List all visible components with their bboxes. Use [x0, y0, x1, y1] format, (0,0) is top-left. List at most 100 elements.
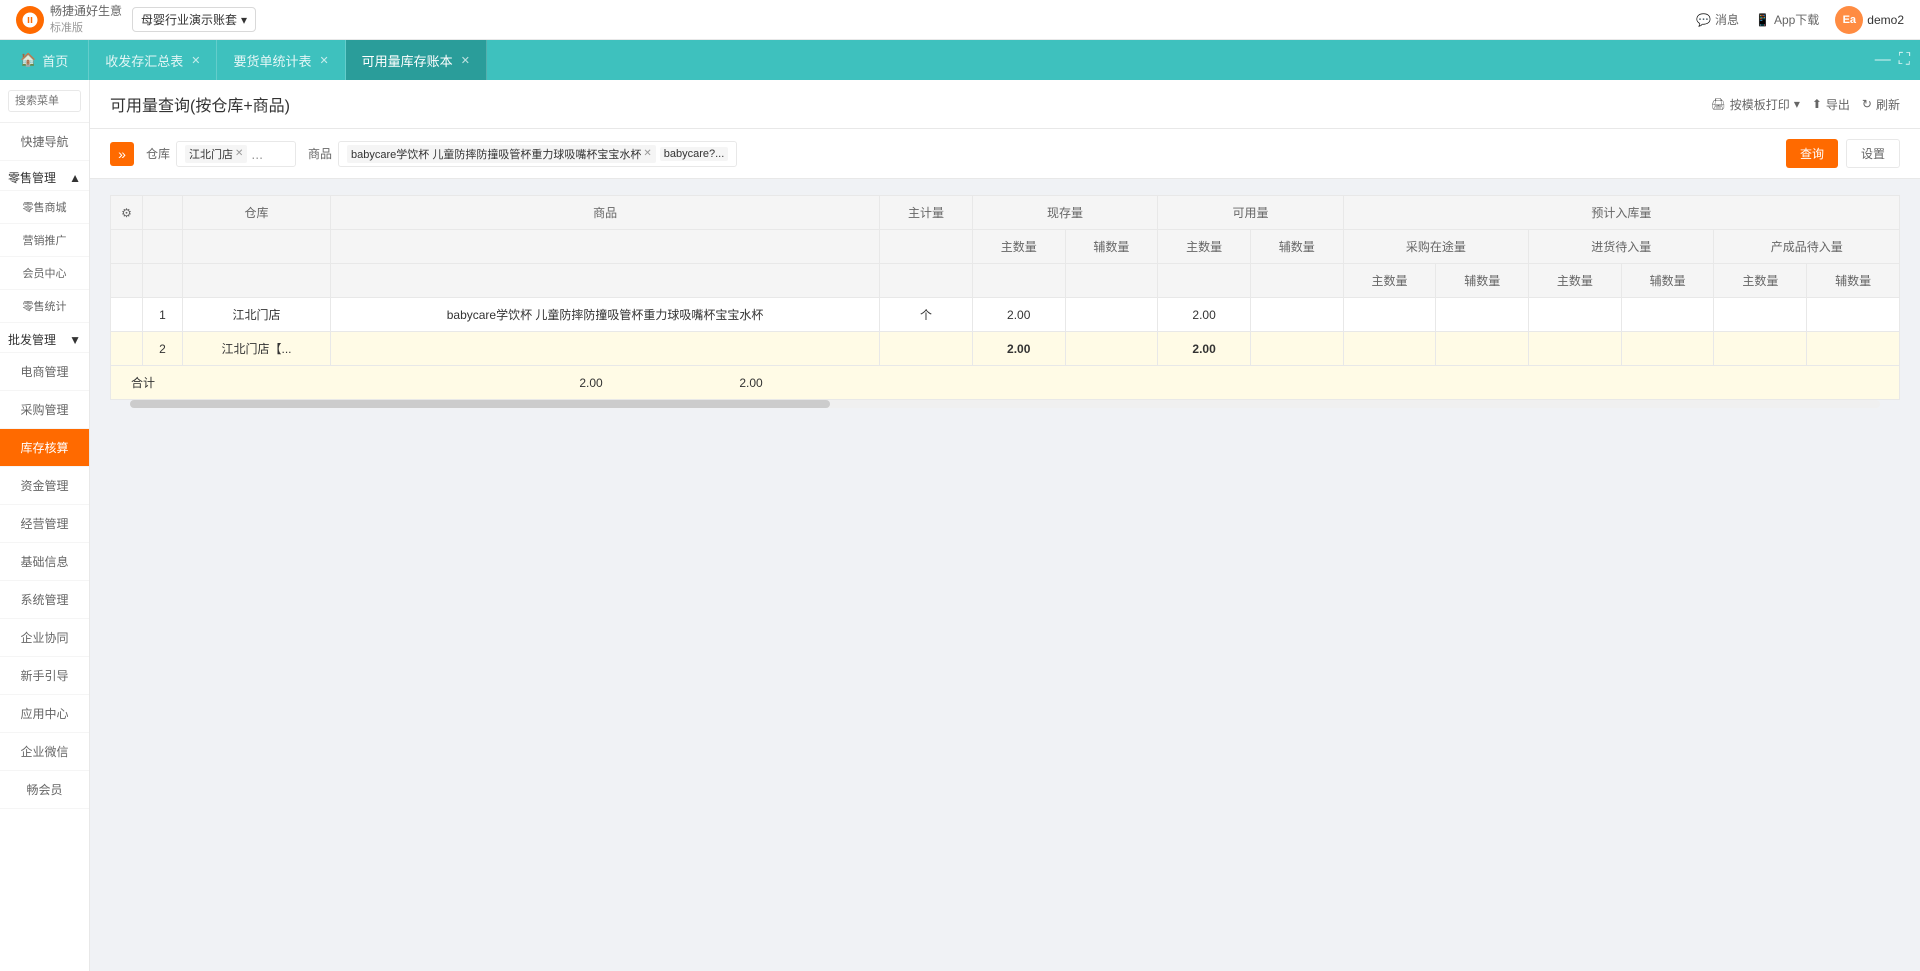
th-gear[interactable]: ⚙ [111, 196, 143, 230]
refresh-icon: ↻ [1862, 97, 1872, 111]
sidebar-system-label: 系统管理 [20, 593, 68, 607]
print-label: 按模板打印 [1730, 96, 1790, 113]
sidebar-item-basic-info[interactable]: 基础信息 [0, 543, 89, 581]
sidebar-item-new-guide[interactable]: 新手引导 [0, 657, 89, 695]
refresh-action[interactable]: ↻ 刷新 [1862, 96, 1900, 113]
sidebar-item-app-center[interactable]: 应用中心 [0, 695, 89, 733]
tab-bar-actions: — ⛶ [1865, 40, 1920, 80]
sidebar-item-ops-mgmt[interactable]: 经营管理 [0, 505, 89, 543]
app-download-action[interactable]: 📱 App下载 [1755, 11, 1819, 28]
warehouse-filter-tag: 江北门店 ✕ [185, 145, 247, 163]
sidebar-item-retail-stats[interactable]: 零售统计 [0, 290, 89, 323]
sidebar-item-vip-member[interactable]: 畅会员 [0, 771, 89, 809]
tab-available-ledger[interactable]: 可用量库存账本 ✕ [346, 40, 487, 80]
tenant-select[interactable]: 母婴行业演示账套 ▾ [132, 7, 256, 32]
th-forecast-group: 预计入库量 [1343, 196, 1899, 230]
sidebar-item-ecommerce-mgmt[interactable]: 电商管理 [0, 353, 89, 391]
horizontal-scrollbar[interactable] [130, 400, 1880, 408]
row2-finished-aux [1807, 332, 1900, 366]
logo-text-area: 畅捷通好生意 标准版 [50, 4, 122, 36]
tab-bar: 🏠 首页 收发存汇总表 ✕ 要货单统计表 ✕ 可用量库存账本 ✕ — ⛶ [0, 40, 1920, 80]
search-input[interactable] [8, 90, 81, 112]
table-footer: 合计 2.00 2.00 [110, 366, 1900, 400]
th-num-sub [143, 230, 183, 264]
logo-area: 畅捷通好生意 标准版 [16, 4, 122, 36]
sidebar-inventory-label: 库存核算 [20, 441, 68, 455]
tab-home[interactable]: 🏠 首页 [0, 40, 89, 80]
sidebar-enterprise-collab-label: 企业协同 [20, 631, 68, 645]
sidebar-marketing-label: 营销推广 [23, 235, 67, 247]
row2-finished-main [1714, 332, 1807, 366]
row1-warehouse: 江北门店 [183, 298, 331, 332]
tab-available-ledger-close[interactable]: ✕ [461, 54, 470, 67]
tab-expand-icon[interactable]: ⛶ [1899, 51, 1910, 69]
row1-finished-aux [1807, 298, 1900, 332]
query-button[interactable]: 查询 [1786, 139, 1838, 168]
sidebar-item-quick-nav[interactable]: 快捷导航 [0, 123, 89, 161]
user-area[interactable]: Ea demo2 [1835, 6, 1904, 34]
th-purchase-aux: 辅数量 [1436, 264, 1529, 298]
sidebar-item-inventory[interactable]: 库存核算 [0, 429, 89, 467]
row2-stock-main: 2.00 [972, 332, 1065, 366]
tab-receive-summary[interactable]: 收发存汇总表 ✕ [89, 40, 217, 80]
top-bar-left: 畅捷通好生意 标准版 母婴行业演示账套 ▾ [16, 4, 256, 36]
top-bar: 畅捷通好生意 标准版 母婴行业演示账套 ▾ 💬 消息 📱 App下载 Ea de… [0, 0, 1920, 40]
sidebar-item-finance-mgmt[interactable]: 资金管理 [0, 467, 89, 505]
sidebar-item-system-mgmt[interactable]: 系统管理 [0, 581, 89, 619]
message-action[interactable]: 💬 消息 [1696, 11, 1739, 28]
warehouse-filter-input[interactable]: 江北门店 ✕ ... [176, 141, 296, 167]
sidebar-item-wholesale-mgmt[interactable]: 批发管理 ▼ [0, 323, 89, 353]
filter-bar: » 仓库 江北门店 ✕ ... 商品 babycare学饮杯 儿童防摔防撞吸管杯… [90, 129, 1920, 179]
sidebar-quick-nav-label: 快捷导航 [20, 135, 68, 149]
print-action[interactable]: 🖨 按模板打印 ▾ [1711, 96, 1800, 113]
sidebar-item-marketing[interactable]: 营销推广 [0, 224, 89, 257]
sidebar-ecommerce-label: 电商管理 [20, 365, 68, 379]
sidebar-item-enterprise-collab[interactable]: 企业协同 [0, 619, 89, 657]
sidebar-item-enterprise-wechat[interactable]: 企业微信 [0, 733, 89, 771]
sidebar-retail-stats-label: 零售统计 [23, 301, 67, 313]
th-main-unit: 主计量 [880, 196, 973, 230]
sidebar-item-retail-mgmt[interactable]: 零售管理 ▲ [0, 161, 89, 191]
product-tag1-close[interactable]: ✕ [643, 148, 651, 159]
warehouse-tag-close[interactable]: ✕ [235, 148, 243, 159]
product-filter-tag1: babycare学饮杯 儿童防摔防撞吸管杯重力球吸嘴杯宝宝水杯 ✕ [347, 145, 656, 163]
tab-receive-summary-close[interactable]: ✕ [191, 54, 200, 67]
top-bar-right: 💬 消息 📱 App下载 Ea demo2 [1696, 6, 1904, 34]
th-inbound-aux: 辅数量 [1621, 264, 1714, 298]
content-area: 可用量查询(按仓库+商品) 🖨 按模板打印 ▾ ⬆ 导出 ↻ 刷新 [90, 80, 1920, 971]
row2-inbound-main [1529, 332, 1622, 366]
settings-button[interactable]: 设置 [1846, 139, 1900, 168]
footer-avail-main: 2.00 [711, 376, 791, 390]
scrollbar-thumb[interactable] [130, 400, 830, 408]
sidebar-item-member-center[interactable]: 会员中心 [0, 257, 89, 290]
tab-order-stats[interactable]: 要货单统计表 ✕ [217, 40, 345, 80]
sidebar-enterprise-wechat-label: 企业微信 [20, 745, 68, 759]
product-filter-input[interactable]: babycare学饮杯 儿童防摔防撞吸管杯重力球吸嘴杯宝宝水杯 ✕ babyca… [338, 141, 737, 167]
warehouse-dots[interactable]: ... [251, 146, 263, 162]
app-download-label: App下载 [1774, 11, 1819, 28]
sidebar-ops-label: 经营管理 [20, 517, 68, 531]
export-action[interactable]: ⬆ 导出 [1812, 96, 1850, 113]
page-actions: 🖨 按模板打印 ▾ ⬆ 导出 ↻ 刷新 [1711, 96, 1900, 113]
filter-expand-button[interactable]: » [110, 142, 134, 166]
th-unit-3 [880, 264, 973, 298]
th-num-3 [143, 264, 183, 298]
th-avail-aux-3 [1250, 264, 1343, 298]
th-inbound-main: 主数量 [1529, 264, 1622, 298]
data-table: ⚙ 仓库 商品 主计量 现存量 可用量 预计入库量 [110, 195, 1900, 366]
tab-minimize-icon[interactable]: — [1875, 51, 1891, 69]
sidebar-finance-label: 资金管理 [20, 479, 68, 493]
row2-inbound-aux [1621, 332, 1714, 366]
message-icon: 💬 [1696, 13, 1711, 27]
sidebar-item-purchase-mgmt[interactable]: 采购管理 [0, 391, 89, 429]
product-tag-value1: babycare学饮杯 儿童防摔防撞吸管杯重力球吸嘴杯宝宝水杯 [351, 146, 641, 162]
filter-actions: 查询 设置 [1786, 139, 1900, 168]
row1-product: babycare学饮杯 儿童防摔防撞吸管杯重力球吸嘴杯宝宝水杯 [331, 298, 880, 332]
row1-stock-aux [1065, 298, 1158, 332]
th-stock-group: 现存量 [972, 196, 1157, 230]
tab-order-stats-close[interactable]: ✕ [319, 54, 328, 67]
print-icon: 🖨 [1711, 97, 1726, 111]
th-main-unit-sub [880, 230, 973, 264]
sidebar-item-retail-mall[interactable]: 零售商城 [0, 191, 89, 224]
chevron-down-icon: ▾ [1794, 97, 1800, 111]
